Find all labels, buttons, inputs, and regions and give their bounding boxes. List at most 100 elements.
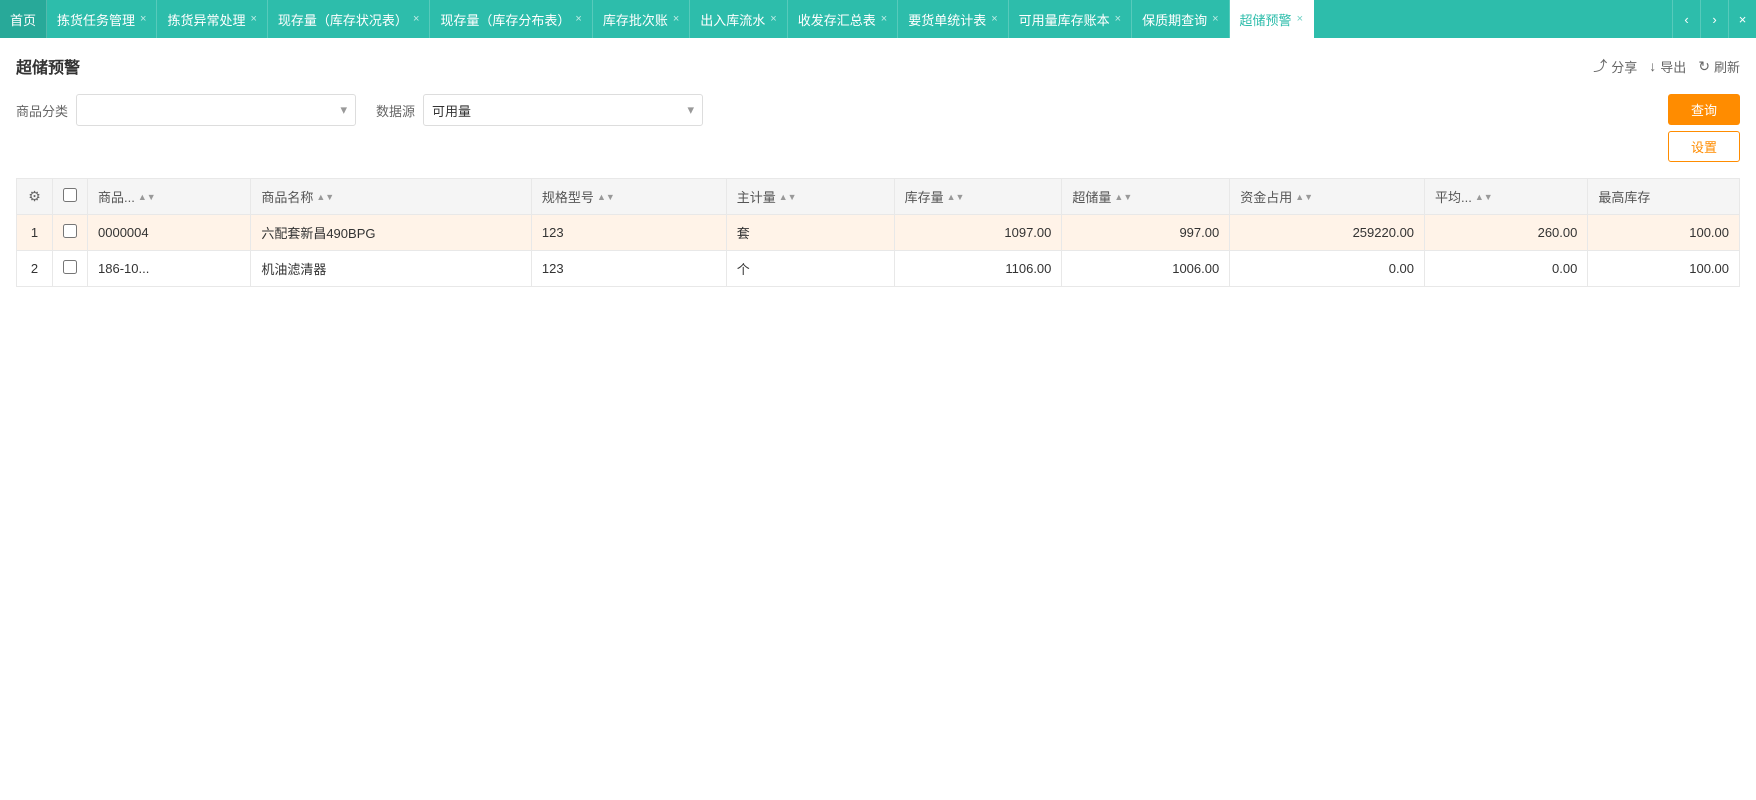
row-overstock: 1006.00 bbox=[1062, 251, 1230, 287]
settings-button[interactable]: 设置 bbox=[1668, 131, 1740, 162]
datasource-value: 可用量 bbox=[432, 101, 471, 120]
table-row: 1 0000004 六配套新昌490BPG 123 套 1097.00 997.… bbox=[17, 215, 1740, 251]
filter-row: 商品分类 ▾ 数据源 可用量 ▾ bbox=[16, 94, 703, 126]
sort-icon-spec: ▲▼ bbox=[597, 192, 615, 202]
nav-inout-flow[interactable]: 出入库流水 × bbox=[690, 0, 787, 38]
category-filter: 商品分类 ▾ bbox=[16, 94, 356, 126]
th-checkbox bbox=[53, 179, 88, 215]
row-checkbox-cell bbox=[53, 251, 88, 287]
th-product-code[interactable]: 商品... ▲▼ bbox=[88, 179, 251, 215]
share-button[interactable]: ⤴ 分享 bbox=[1593, 56, 1637, 76]
nav-order-stat[interactable]: 要货单统计表 × bbox=[898, 0, 1008, 38]
nav-home[interactable]: 首页 bbox=[0, 0, 47, 38]
close-stock-status[interactable]: × bbox=[413, 13, 419, 25]
sort-icon-capital: ▲▼ bbox=[1295, 192, 1313, 202]
select-all-checkbox[interactable] bbox=[63, 188, 77, 202]
th-product-name[interactable]: 商品名称 ▲▼ bbox=[251, 179, 532, 215]
th-stock[interactable]: 库存量 ▲▼ bbox=[894, 179, 1062, 215]
nav-batch-account[interactable]: 库存批次账 × bbox=[593, 0, 690, 38]
close-available-account[interactable]: × bbox=[1115, 13, 1121, 25]
close-exception[interactable]: × bbox=[250, 13, 256, 25]
close-receive-send[interactable]: × bbox=[881, 13, 887, 25]
refresh-button[interactable]: ↻ 刷新 bbox=[1698, 57, 1740, 76]
nav-arrow-group: ‹ › × bbox=[1672, 0, 1756, 38]
row-overstock: 997.00 bbox=[1062, 215, 1230, 251]
row-unit: 套 bbox=[726, 215, 894, 251]
sort-icon-product-code: ▲▼ bbox=[138, 192, 156, 202]
table-body: 1 0000004 六配套新昌490BPG 123 套 1097.00 997.… bbox=[17, 215, 1740, 287]
row-capital: 0.00 bbox=[1230, 251, 1425, 287]
th-settings: ⚙ bbox=[17, 179, 53, 215]
datasource-filter: 数据源 可用量 ▾ bbox=[376, 94, 703, 126]
sort-icon-overstock: ▲▼ bbox=[1114, 192, 1132, 202]
row-spec: 123 bbox=[531, 251, 726, 287]
datasource-label: 数据源 bbox=[376, 101, 415, 120]
close-stock-dist[interactable]: × bbox=[575, 13, 581, 25]
row-product-name: 六配套新昌490BPG bbox=[251, 215, 532, 251]
category-label: 商品分类 bbox=[16, 101, 68, 120]
sort-icon-stock: ▲▼ bbox=[947, 192, 965, 202]
page-content: 超储预警 ⤴ 分享 ↓ 导出 ↻ 刷新 商品分类 bbox=[0, 38, 1756, 800]
row-max-stock: 100.00 bbox=[1588, 251, 1740, 287]
th-spec[interactable]: 规格型号 ▲▼ bbox=[531, 179, 726, 215]
nav-arrow-right[interactable]: › bbox=[1700, 0, 1728, 38]
th-avg[interactable]: 平均... ▲▼ bbox=[1425, 179, 1588, 215]
chevron-down-icon: ▾ bbox=[340, 102, 347, 118]
nav-arrow-left[interactable]: ‹ bbox=[1672, 0, 1700, 38]
category-select[interactable]: ▾ bbox=[76, 94, 356, 126]
page-header: 超储预警 ⤴ 分享 ↓ 导出 ↻ 刷新 bbox=[16, 54, 1740, 78]
close-batch-account[interactable]: × bbox=[673, 13, 679, 25]
nav-task-mgmt[interactable]: 拣货任务管理 × bbox=[47, 0, 157, 38]
top-navigation: 首页 拣货任务管理 × 拣货异常处理 × 现存量（库存状况表） × 现存量（库存… bbox=[0, 0, 1756, 38]
nav-overstock-warning[interactable]: 超储预警 × bbox=[1230, 0, 1314, 38]
row-max-stock: 100.00 bbox=[1588, 215, 1740, 251]
nav-stock-status[interactable]: 现存量（库存状况表） × bbox=[268, 0, 430, 38]
close-order-stat[interactable]: × bbox=[991, 13, 997, 25]
gear-icon[interactable]: ⚙ bbox=[28, 188, 41, 204]
close-quality-period[interactable]: × bbox=[1212, 13, 1218, 25]
row-product-name: 机油滤清器 bbox=[251, 251, 532, 287]
th-capital[interactable]: 资金占用 ▲▼ bbox=[1230, 179, 1425, 215]
sort-icon-unit: ▲▼ bbox=[779, 192, 797, 202]
row-product-code: 0000004 bbox=[88, 215, 251, 251]
close-overstock-warning[interactable]: × bbox=[1297, 13, 1303, 25]
export-icon: ↓ bbox=[1649, 58, 1656, 74]
nav-quality-period[interactable]: 保质期查询 × bbox=[1132, 0, 1229, 38]
row-stock: 1097.00 bbox=[894, 215, 1062, 251]
chevron-down-icon-2: ▾ bbox=[688, 102, 695, 118]
nav-arrow-close[interactable]: × bbox=[1728, 0, 1756, 38]
nav-stock-dist[interactable]: 现存量（库存分布表） × bbox=[430, 0, 592, 38]
nav-receive-send[interactable]: 收发存汇总表 × bbox=[788, 0, 898, 38]
row-checkbox[interactable] bbox=[63, 260, 77, 274]
header-actions: ⤴ 分享 ↓ 导出 ↻ 刷新 bbox=[1593, 56, 1740, 76]
row-checkbox-cell bbox=[53, 215, 88, 251]
row-checkbox[interactable] bbox=[63, 224, 77, 238]
filter-buttons: 查询 设置 bbox=[1668, 94, 1740, 162]
row-stock: 1106.00 bbox=[894, 251, 1062, 287]
table-row: 2 186-10... 机油滤清器 123 个 1106.00 1006.00 … bbox=[17, 251, 1740, 287]
export-button[interactable]: ↓ 导出 bbox=[1649, 57, 1686, 76]
query-button[interactable]: 查询 bbox=[1668, 94, 1740, 125]
data-table: ⚙ 商品... ▲▼ 商品名称 ▲▼ bbox=[16, 178, 1740, 287]
datasource-select[interactable]: 可用量 ▾ bbox=[423, 94, 703, 126]
sort-icon-avg: ▲▼ bbox=[1475, 192, 1493, 202]
th-overstock[interactable]: 超储量 ▲▼ bbox=[1062, 179, 1230, 215]
row-spec: 123 bbox=[531, 215, 726, 251]
nav-available-account[interactable]: 可用量库存账本 × bbox=[1009, 0, 1132, 38]
page-title: 超储预警 bbox=[16, 54, 80, 78]
row-product-code: 186-10... bbox=[88, 251, 251, 287]
row-avg: 260.00 bbox=[1425, 215, 1588, 251]
row-num-cell: 1 bbox=[17, 215, 53, 251]
row-unit: 个 bbox=[726, 251, 894, 287]
row-num-cell: 2 bbox=[17, 251, 53, 287]
th-unit[interactable]: 主计量 ▲▼ bbox=[726, 179, 894, 215]
close-task-mgmt[interactable]: × bbox=[140, 13, 146, 25]
nav-exception[interactable]: 拣货异常处理 × bbox=[157, 0, 267, 38]
table-wrapper: ⚙ 商品... ▲▼ 商品名称 ▲▼ bbox=[16, 178, 1740, 287]
close-inout-flow[interactable]: × bbox=[770, 13, 776, 25]
row-capital: 259220.00 bbox=[1230, 215, 1425, 251]
row-avg: 0.00 bbox=[1425, 251, 1588, 287]
share-icon: ⤴ bbox=[1593, 56, 1607, 76]
sort-icon-product-name: ▲▼ bbox=[316, 192, 334, 202]
th-max-stock[interactable]: 最高库存 bbox=[1588, 179, 1740, 215]
